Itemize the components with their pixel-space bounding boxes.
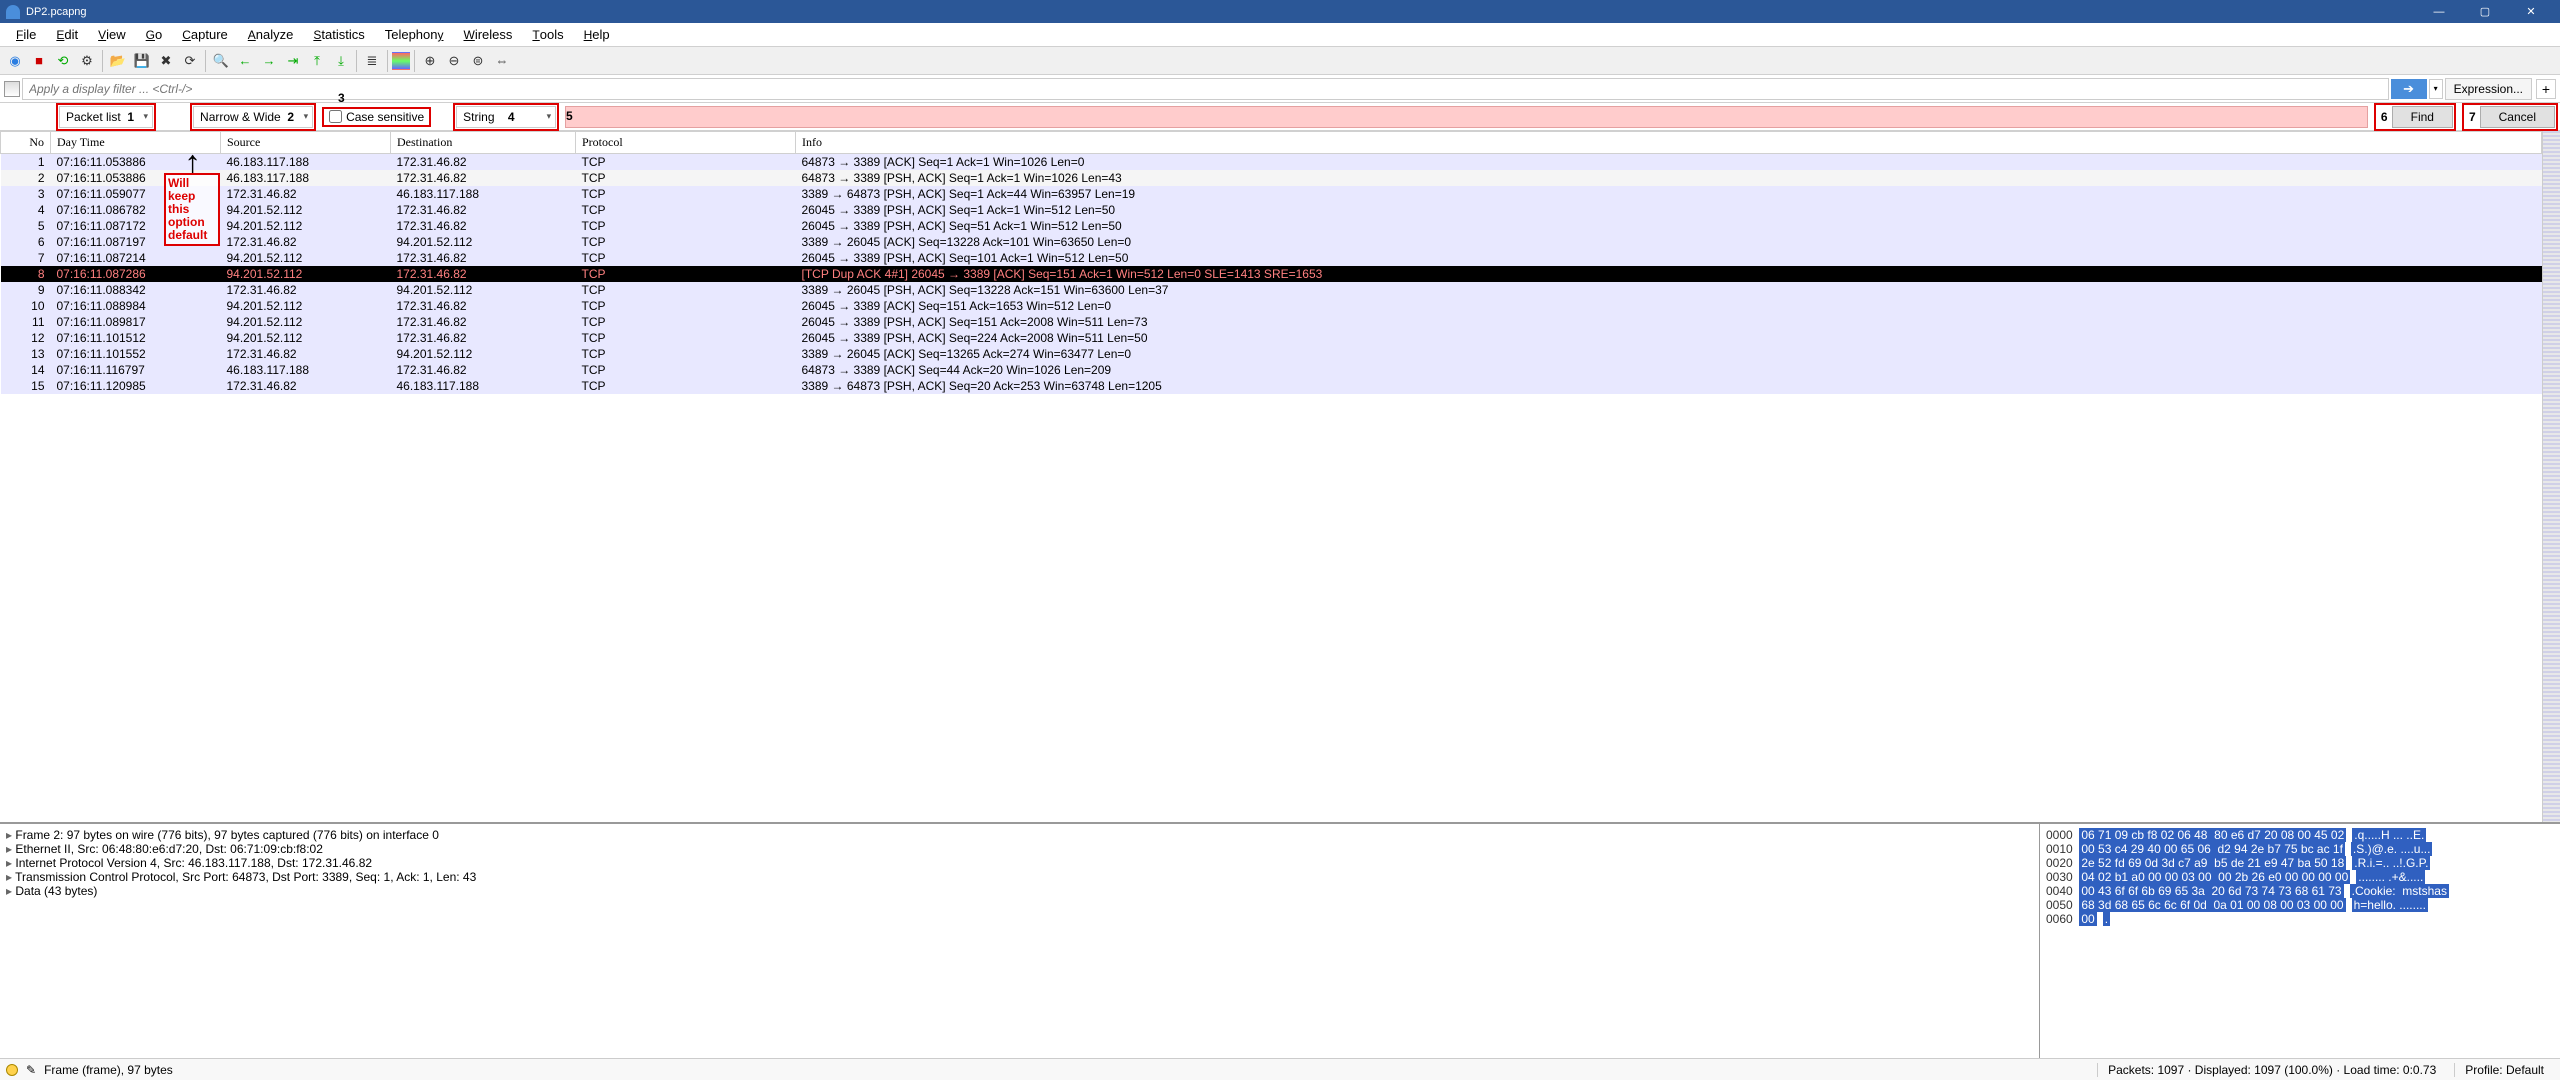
separator (205, 50, 206, 72)
go-back-icon[interactable]: ← (234, 50, 256, 72)
col-src[interactable]: Source (221, 132, 391, 154)
find-bar: Packet list 1 Narrow & Wide 2 Case sensi… (0, 103, 2560, 131)
table-row[interactable]: 107:16:11.05388646.183.117.188172.31.46.… (1, 154, 2542, 171)
menu-statistics[interactable]: Statistics (303, 23, 374, 46)
bookmark-icon[interactable] (4, 81, 20, 97)
title-bar: DP2.pcapng — ▢ ✕ (0, 0, 2560, 23)
app-icon (6, 5, 20, 19)
separator (387, 50, 388, 72)
col-proto[interactable]: Protocol (576, 132, 796, 154)
table-row[interactable]: 1007:16:11.08898494.201.52.112172.31.46.… (1, 298, 2542, 314)
go-first-icon[interactable]: ⤒ (306, 50, 328, 72)
cancel-button[interactable]: Cancel (2480, 106, 2555, 128)
menu-analyze[interactable]: Analyze (238, 23, 304, 46)
display-filter-bar: ➔ ▾ Expression... + (0, 75, 2560, 103)
close-file-icon[interactable]: ✖ (155, 50, 177, 72)
separator (102, 50, 103, 72)
status-frame: Frame (frame), 97 bytes (44, 1063, 173, 1077)
filter-history-dropdown[interactable]: ▾ (2429, 79, 2443, 99)
table-row[interactable]: 207:16:11.05388646.183.117.188172.31.46.… (1, 170, 2542, 186)
status-bar: ✎ Frame (frame), 97 bytes Packets: 1097 … (0, 1058, 2560, 1080)
packet-details[interactable]: Frame 2: 97 bytes on wire (776 bits), 97… (0, 824, 2040, 1058)
save-file-icon[interactable]: 💾 (131, 50, 153, 72)
packet-minimap[interactable] (2542, 131, 2560, 822)
main-toolbar: ◉ ■ ⟲ ⚙ 📂 💾 ✖ ⟳ 🔍 ← → ⇥ ⤒ ⤓ ≣ ⊕ ⊖ ⊜ ⇔ (0, 47, 2560, 75)
close-button[interactable]: ✕ (2508, 0, 2554, 23)
go-forward-icon[interactable]: → (258, 50, 280, 72)
go-last-icon[interactable]: ⤓ (330, 50, 352, 72)
label-3: 3 (338, 91, 345, 105)
label-7: 7 (2465, 110, 2480, 124)
table-row[interactable]: 907:16:11.088342172.31.46.8294.201.52.11… (1, 282, 2542, 298)
table-row[interactable]: 1407:16:11.11679746.183.117.188172.31.46… (1, 362, 2542, 378)
search-type-dropdown[interactable]: String 4 (456, 106, 556, 128)
packet-list[interactable]: No Day Time Source Destination Protocol … (0, 131, 2542, 822)
label-5: 5 (566, 109, 573, 123)
case-sensitive-checkbox[interactable]: Case sensitive (325, 110, 428, 124)
add-filter-button[interactable]: + (2536, 79, 2556, 99)
minimize-button[interactable]: — (2416, 0, 2462, 23)
start-capture-icon[interactable]: ◉ (4, 50, 26, 72)
table-row[interactable]: 707:16:11.08721494.201.52.112172.31.46.8… (1, 250, 2542, 266)
menu-view[interactable]: View (88, 23, 136, 46)
col-dst[interactable]: Destination (391, 132, 576, 154)
table-row[interactable]: 1107:16:11.08981794.201.52.112172.31.46.… (1, 314, 2542, 330)
maximize-button[interactable]: ▢ (2462, 0, 2508, 23)
find-button[interactable]: Find (2392, 106, 2453, 128)
menu-file[interactable]: File (6, 23, 46, 46)
table-row[interactable]: 307:16:11.059077172.31.46.8246.183.117.1… (1, 186, 2542, 202)
charset-dropdown[interactable]: Narrow & Wide 2 (193, 106, 313, 128)
table-row[interactable]: 507:16:11.08717294.201.52.112172.31.46.8… (1, 218, 2542, 234)
search-in-dropdown[interactable]: Packet list 1 (59, 106, 153, 128)
edit-icon[interactable]: ✎ (26, 1063, 36, 1077)
table-row[interactable]: 1507:16:11.120985172.31.46.8246.183.117.… (1, 378, 2542, 394)
separator (356, 50, 357, 72)
auto-scroll-icon[interactable]: ≣ (361, 50, 383, 72)
status-stats: Packets: 1097 · Displayed: 1097 (100.0%)… (2097, 1063, 2446, 1077)
annotation-note: Will keep this option default (164, 173, 220, 246)
table-row[interactable]: 607:16:11.087197172.31.46.8294.201.52.11… (1, 234, 2542, 250)
table-row[interactable]: 1207:16:11.10151294.201.52.112172.31.46.… (1, 330, 2542, 346)
search-input[interactable] (565, 106, 2368, 128)
menu-tools[interactable]: Tools (522, 23, 573, 46)
apply-filter-icon[interactable]: ➔ (2391, 79, 2427, 99)
expression-button[interactable]: Expression... (2445, 78, 2532, 100)
stop-capture-icon[interactable]: ■ (28, 50, 50, 72)
table-row[interactable]: 407:16:11.08678294.201.52.112172.31.46.8… (1, 202, 2542, 218)
open-file-icon[interactable]: 📂 (107, 50, 129, 72)
menu-capture[interactable]: Capture (172, 23, 238, 46)
go-to-packet-icon[interactable]: ⇥ (282, 50, 304, 72)
table-row[interactable]: 1307:16:11.101552172.31.46.8294.201.52.1… (1, 346, 2542, 362)
menu-bar: File Edit View Go Capture Analyze Statis… (0, 23, 2560, 47)
col-info[interactable]: Info (796, 132, 2542, 154)
reload-icon[interactable]: ⟳ (179, 50, 201, 72)
restart-capture-icon[interactable]: ⟲ (52, 50, 74, 72)
window-title: DP2.pcapng (26, 6, 87, 18)
display-filter-input[interactable] (22, 78, 2389, 100)
resize-columns-icon[interactable]: ⇔ (491, 50, 513, 72)
menu-wireless[interactable]: Wireless (454, 23, 523, 46)
menu-edit[interactable]: Edit (46, 23, 88, 46)
menu-telephony[interactable]: Telephony (375, 23, 454, 46)
label-6: 6 (2377, 110, 2392, 124)
col-no[interactable]: No (1, 132, 51, 154)
capture-options-icon[interactable]: ⚙ (76, 50, 98, 72)
expert-info-icon[interactable] (6, 1064, 18, 1076)
status-profile[interactable]: Profile: Default (2454, 1063, 2554, 1077)
zoom-in-icon[interactable]: ⊕ (419, 50, 441, 72)
table-row[interactable]: 807:16:11.08728694.201.52.112172.31.46.8… (1, 266, 2542, 282)
annotation-arrow-icon: ↑ (184, 153, 201, 173)
zoom-reset-icon[interactable]: ⊜ (467, 50, 489, 72)
menu-help[interactable]: Help (574, 23, 620, 46)
separator (414, 50, 415, 72)
zoom-out-icon[interactable]: ⊖ (443, 50, 465, 72)
find-packet-icon[interactable]: 🔍 (210, 50, 232, 72)
packet-bytes[interactable]: 0000 06 71 09 cb f8 02 06 48 80 e6 d7 20… (2040, 824, 2560, 1058)
menu-go[interactable]: Go (136, 23, 173, 46)
colorize-icon[interactable] (392, 52, 410, 70)
